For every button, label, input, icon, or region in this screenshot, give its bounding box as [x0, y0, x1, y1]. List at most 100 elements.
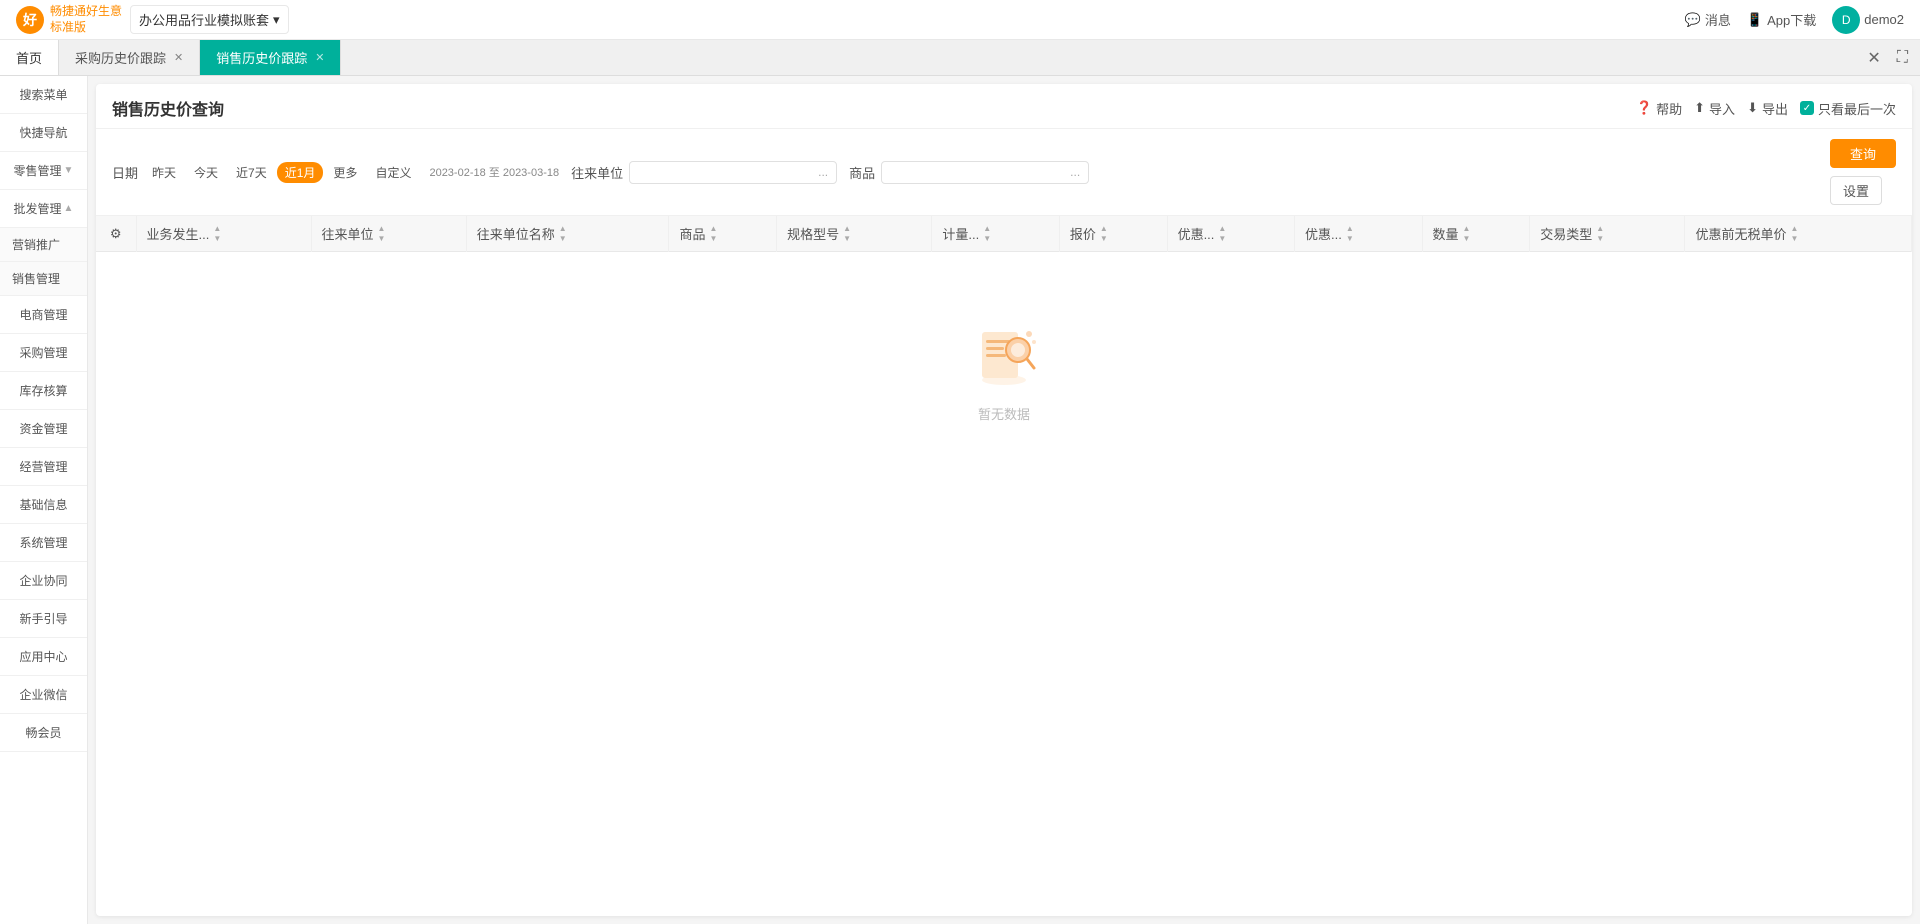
- finance-label: 资金管理: [19, 420, 67, 437]
- date-btn-last1m[interactable]: 近1月: [277, 162, 324, 183]
- sidebar-item-vip[interactable]: 畅会员: [0, 714, 87, 752]
- sort-arrows-discount1: ▲▼: [1218, 224, 1226, 243]
- col-partner-name: 往来单位名称 ▲▼: [466, 216, 669, 252]
- col-partner-name-sort[interactable]: 往来单位名称 ▲▼: [477, 224, 659, 243]
- col-unit-sort[interactable]: 计量... ▲▼: [942, 224, 1048, 243]
- product-dots-btn[interactable]: ...: [1070, 165, 1080, 179]
- help-btn[interactable]: ❓ 帮助: [1636, 99, 1682, 118]
- sidebar-item-enterprise-wechat[interactable]: 企业微信: [0, 676, 87, 714]
- sidebar-item-basic-info[interactable]: 基础信息: [0, 486, 87, 524]
- sidebar-item-system-mgmt[interactable]: 系统管理: [0, 524, 87, 562]
- phone-icon: 📱: [1747, 12, 1763, 28]
- product-input-wrap: ...: [881, 161, 1089, 184]
- wholesale-mgmt-label: 批发管理: [14, 200, 62, 217]
- col-settings[interactable]: ⚙: [96, 216, 136, 252]
- tab-home[interactable]: 首页: [0, 40, 59, 75]
- import-btn[interactable]: ⬆ 导入: [1694, 99, 1735, 118]
- tab-sales-history-label: 销售历史价跟踪: [216, 48, 307, 67]
- sort-arrows-quote: ▲▼: [1100, 224, 1108, 243]
- col-spec-sort[interactable]: 规格型号 ▲▼: [787, 224, 921, 243]
- date-btn-last7[interactable]: 近7天: [228, 162, 275, 183]
- sidebar-item-wholesale-mgmt[interactable]: 批发管理 ▲: [0, 190, 87, 228]
- col-discount1-sort[interactable]: 优惠... ▲▼: [1178, 224, 1284, 243]
- sidebar-item-beginner-guide[interactable]: 新手引导: [0, 600, 87, 638]
- col-pretax-price-sort[interactable]: 优惠前无税单价 ▲▼: [1695, 224, 1901, 243]
- partner-label: 往来单位: [571, 163, 623, 182]
- sales-mgmt-label: 销售管理: [12, 270, 60, 287]
- col-biz-date-sort[interactable]: 业务发生... ▲▼: [147, 224, 301, 243]
- col-product-sort[interactable]: 商品 ▲▼: [679, 224, 766, 243]
- col-quote: 报价 ▲▼: [1059, 216, 1167, 252]
- sidebar-item-marketing[interactable]: 营销推广: [0, 228, 87, 262]
- header-right: 💬 消息 📱 App下载 D demo2: [1685, 6, 1904, 34]
- filter-action-buttons: 查询 设置: [1830, 139, 1896, 205]
- sort-arrows-trade-type: ▲▼: [1596, 224, 1604, 243]
- sort-arrows-quantity: ▲▼: [1463, 224, 1471, 243]
- date-btn-today[interactable]: 今天: [186, 162, 226, 183]
- date-btn-yesterday[interactable]: 昨天: [144, 162, 184, 183]
- col-quantity-sort[interactable]: 数量 ▲▼: [1433, 224, 1520, 243]
- tab-sales-close-icon[interactable]: ✕: [315, 51, 324, 64]
- avatar: D: [1832, 6, 1860, 34]
- col-unit: 计量... ▲▼: [932, 216, 1059, 252]
- table-wrapper: ⚙ 业务发生... ▲▼ 往来单位: [96, 216, 1912, 916]
- product-filter-group: 商品 ...: [849, 161, 1089, 184]
- sort-arrows-biz-date: ▲▼: [213, 224, 221, 243]
- export-btn[interactable]: ⬇ 导出: [1747, 99, 1788, 118]
- sidebar-item-finance[interactable]: 资金管理: [0, 410, 87, 448]
- chevron-up-icon: ▲: [64, 203, 74, 214]
- tab-purchase-close-icon[interactable]: ✕: [174, 51, 183, 64]
- sidebar-item-app-center[interactable]: 应用中心: [0, 638, 87, 676]
- col-trade-type: 交易类型 ▲▼: [1530, 216, 1685, 252]
- col-trade-type-sort[interactable]: 交易类型 ▲▼: [1540, 224, 1674, 243]
- company-name: 办公用品行业模拟账套: [139, 10, 269, 29]
- tab-purchase-history[interactable]: 采购历史价跟踪 ✕: [59, 40, 200, 75]
- sidebar-item-quick-nav[interactable]: 快捷导航: [0, 114, 87, 152]
- basic-info-label: 基础信息: [19, 496, 67, 513]
- close-tab-btn[interactable]: ✕: [1863, 46, 1884, 70]
- sidebar-item-search-menu[interactable]: 搜索菜单: [0, 76, 87, 114]
- col-discount1: 优惠... ▲▼: [1167, 216, 1294, 252]
- only-last-checkbox[interactable]: ✓ 只看最后一次: [1800, 99, 1896, 118]
- logo-icon: 好: [16, 6, 44, 34]
- checkbox-icon: ✓: [1800, 101, 1814, 115]
- settings-button[interactable]: 设置: [1830, 176, 1882, 205]
- partner-input[interactable]: [638, 165, 814, 180]
- date-range-text: 2023-02-18 至 2023-03-18: [429, 164, 559, 180]
- sidebar-item-retail-mgmt[interactable]: 零售管理 ▼: [0, 152, 87, 190]
- tab-purchase-history-label: 采购历史价跟踪: [75, 48, 166, 67]
- date-btn-more[interactable]: 更多: [325, 162, 365, 183]
- message-icon: 💬: [1685, 12, 1701, 28]
- sidebar-item-enterprise-collab[interactable]: 企业协同: [0, 562, 87, 600]
- page-title: 销售历史价查询: [112, 96, 224, 120]
- fullscreen-btn[interactable]: ⛶: [1893, 47, 1912, 69]
- user-area[interactable]: D demo2: [1832, 6, 1904, 34]
- sidebar-item-operations[interactable]: 经营管理: [0, 448, 87, 486]
- query-button[interactable]: 查询: [1830, 139, 1896, 168]
- enterprise-wechat-label: 企业微信: [19, 686, 67, 703]
- col-pretax-price: 优惠前无税单价 ▲▼: [1685, 216, 1912, 252]
- settings-icon: ⚙: [110, 226, 122, 241]
- sidebar-item-ecommerce[interactable]: 电商管理: [0, 296, 87, 334]
- date-btn-custom[interactable]: 自定义: [367, 162, 419, 183]
- sidebar-item-inventory[interactable]: 库存核算: [0, 372, 87, 410]
- sort-arrows-product: ▲▼: [709, 224, 717, 243]
- beginner-guide-label: 新手引导: [19, 610, 67, 627]
- app-download-btn[interactable]: 📱 App下载: [1747, 10, 1816, 29]
- sort-arrows-pretax-price: ▲▼: [1790, 224, 1798, 243]
- col-spec: 规格型号 ▲▼: [777, 216, 932, 252]
- col-discount2-sort[interactable]: 优惠... ▲▼: [1305, 224, 1411, 243]
- sidebar-item-sales-mgmt[interactable]: 销售管理: [0, 262, 87, 296]
- table-header-row: ⚙ 业务发生... ▲▼ 往来单位: [96, 216, 1912, 252]
- product-input[interactable]: [890, 165, 1066, 180]
- tab-sales-history[interactable]: 销售历史价跟踪 ✕: [200, 40, 341, 75]
- logo-text: 畅捷通好生意 标准版: [50, 4, 122, 35]
- partner-dots-btn[interactable]: ...: [818, 165, 828, 179]
- message-btn[interactable]: 💬 消息: [1685, 10, 1731, 29]
- sidebar-item-purchase[interactable]: 采购管理: [0, 334, 87, 372]
- sort-arrows-partner-name: ▲▼: [559, 224, 567, 243]
- company-selector[interactable]: 办公用品行业模拟账套 ▾: [130, 5, 289, 34]
- col-quote-sort[interactable]: 报价 ▲▼: [1070, 224, 1157, 243]
- col-partner-code-sort[interactable]: 往来单位 ▲▼: [322, 224, 456, 243]
- data-table: ⚙ 业务发生... ▲▼ 往来单位: [96, 216, 1912, 252]
